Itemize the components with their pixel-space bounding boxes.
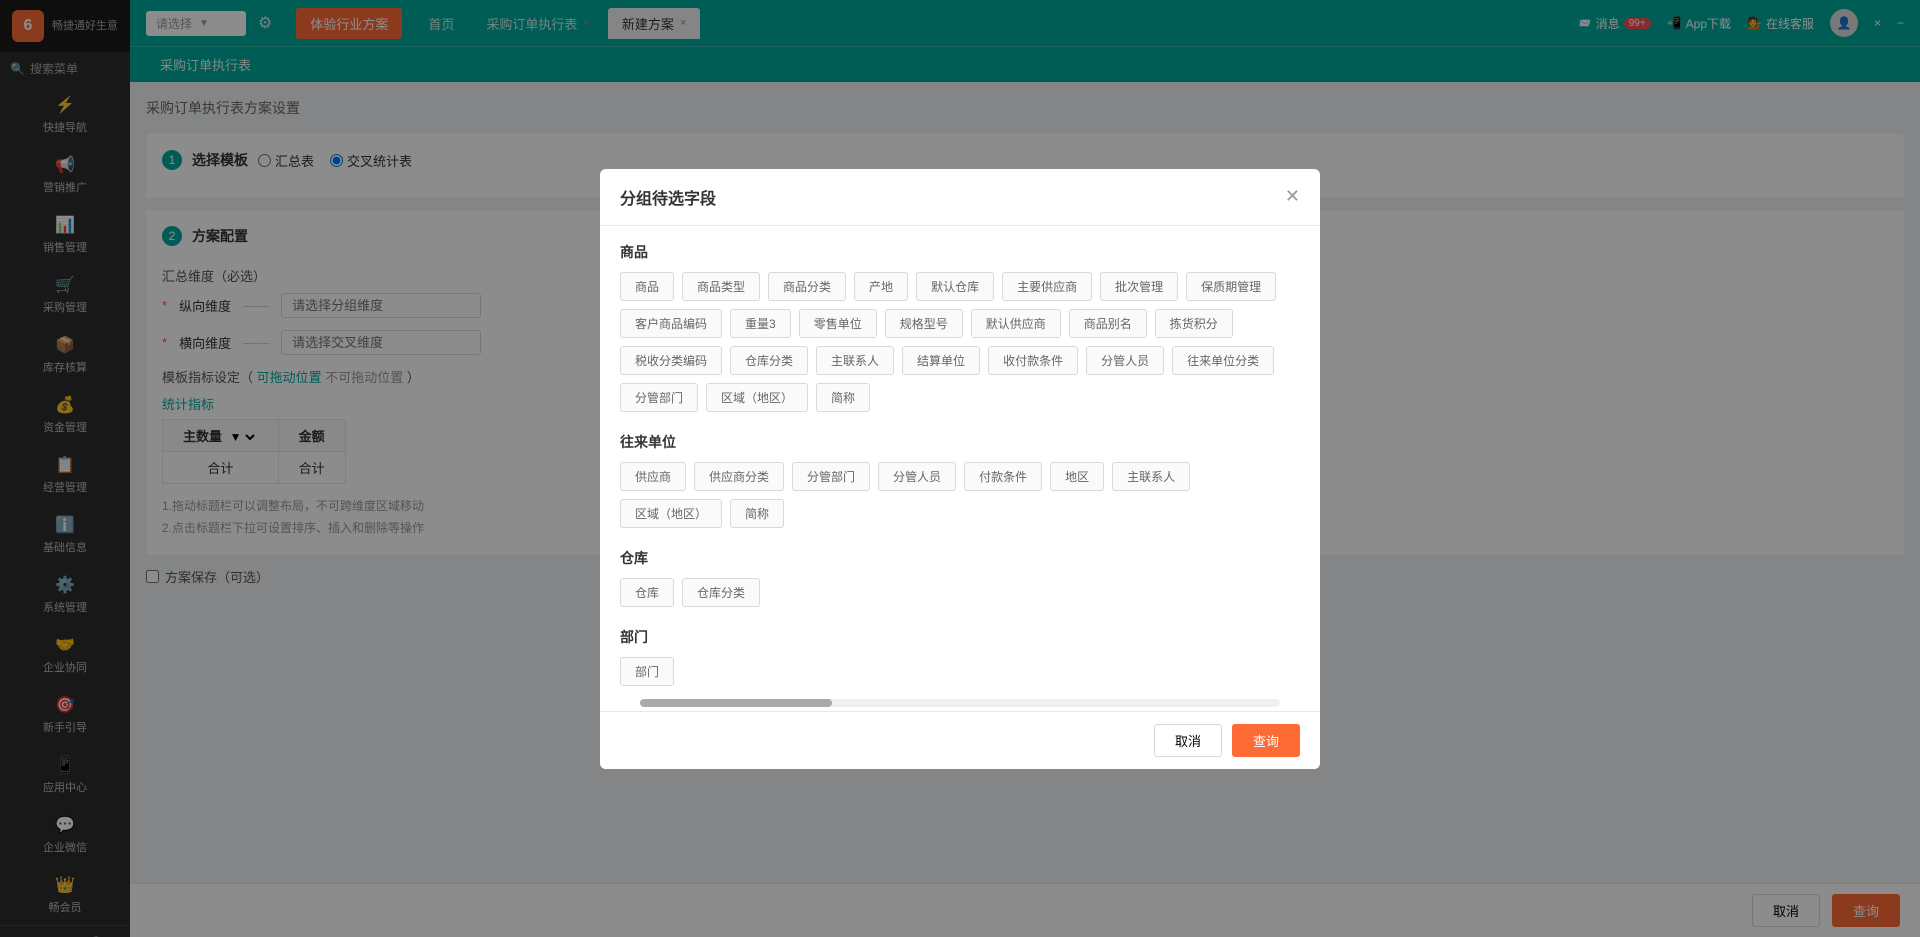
field-tag-spec-model[interactable]: 规格型号: [885, 309, 963, 338]
field-tag-warehouse-cat[interactable]: 仓库分类: [682, 578, 760, 607]
modal-hscroll-area: [600, 695, 1320, 711]
field-tag-weight3[interactable]: 重量3: [730, 309, 791, 338]
modal-body: 商品 商品 商品类型 商品分类 产地 默认仓库 主要供应商 批次管理 保质期管理…: [600, 226, 1320, 695]
field-tag-origin[interactable]: 产地: [854, 272, 908, 301]
modal-overlay: 分组待选字段 ✕ 商品 商品 商品类型 商品分类 产地 默认仓库 主要供应商 批…: [0, 0, 1920, 937]
section-warehouse: 仓库 仓库 仓库分类: [620, 548, 1300, 607]
field-tag-goods-type[interactable]: 商品类型: [682, 272, 760, 301]
field-tag-goods-alias[interactable]: 商品别名: [1069, 309, 1147, 338]
section-goods-title: 商品: [620, 242, 1300, 262]
department-tags: 部门: [620, 657, 1300, 686]
section-department: 部门 部门: [620, 627, 1300, 686]
field-tag-main-supplier[interactable]: 主要供应商: [1002, 272, 1092, 301]
section-counterpart: 往来单位 供应商 供应商分类 分管部门 分管人员 付款条件 地区 主联系人 区域…: [620, 432, 1300, 528]
field-tag-warehouse-category[interactable]: 仓库分类: [730, 346, 808, 375]
field-tag-supplier-cat[interactable]: 供应商分类: [694, 462, 784, 491]
field-tag-mgmt-person[interactable]: 分管人员: [878, 462, 956, 491]
field-tag-default-supplier[interactable]: 默认供应商: [971, 309, 1061, 338]
modal-title: 分组待选字段: [620, 185, 716, 209]
field-tag-goods-category[interactable]: 商品分类: [768, 272, 846, 301]
field-tag-payment-terms[interactable]: 收付款条件: [988, 346, 1078, 375]
warehouse-tags: 仓库 仓库分类: [620, 578, 1300, 607]
field-tag-region[interactable]: 区域（地区）: [706, 383, 808, 412]
field-tag-warehouse[interactable]: 仓库: [620, 578, 674, 607]
field-tag-batch-mgmt[interactable]: 批次管理: [1100, 272, 1178, 301]
field-tag-goods[interactable]: 商品: [620, 272, 674, 301]
modal-confirm-button[interactable]: 查询: [1232, 724, 1300, 757]
section-counterpart-title: 往来单位: [620, 432, 1300, 452]
field-tag-settlement-unit[interactable]: 结算单位: [902, 346, 980, 375]
field-tag-default-warehouse[interactable]: 默认仓库: [916, 272, 994, 301]
field-tag-unit-category[interactable]: 往来单位分类: [1172, 346, 1274, 375]
field-tag-tax-code[interactable]: 税收分类编码: [620, 346, 722, 375]
field-selection-modal: 分组待选字段 ✕ 商品 商品 商品类型 商品分类 产地 默认仓库 主要供应商 批…: [600, 169, 1320, 769]
field-tag-customer-code[interactable]: 客户商品编码: [620, 309, 722, 338]
modal-footer: 取消 查询: [600, 711, 1320, 769]
field-tag-region2[interactable]: 区域（地区）: [620, 499, 722, 528]
hscroll-thumb[interactable]: [640, 699, 832, 707]
field-tag-retail-unit[interactable]: 零售单位: [799, 309, 877, 338]
field-tag-department[interactable]: 部门: [620, 657, 674, 686]
modal-header: 分组待选字段 ✕: [600, 169, 1320, 226]
field-tag-supplier[interactable]: 供应商: [620, 462, 686, 491]
field-tag-mgmt-dept[interactable]: 分管部门: [792, 462, 870, 491]
goods-tags: 商品 商品类型 商品分类 产地 默认仓库 主要供应商 批次管理 保质期管理 客户…: [620, 272, 1300, 412]
field-tag-main-contact2[interactable]: 主联系人: [1112, 462, 1190, 491]
section-department-title: 部门: [620, 627, 1300, 647]
field-tag-area[interactable]: 地区: [1050, 462, 1104, 491]
modal-close-button[interactable]: ✕: [1285, 186, 1300, 207]
field-tag-supervisor[interactable]: 分管人员: [1086, 346, 1164, 375]
field-tag-main-contact[interactable]: 主联系人: [816, 346, 894, 375]
field-tag-pick-score[interactable]: 拣货积分: [1155, 309, 1233, 338]
section-goods: 商品 商品 商品类型 商品分类 产地 默认仓库 主要供应商 批次管理 保质期管理…: [620, 242, 1300, 412]
modal-hscroll[interactable]: [640, 699, 1280, 707]
counterpart-tags: 供应商 供应商分类 分管部门 分管人员 付款条件 地区 主联系人 区域（地区） …: [620, 462, 1300, 528]
field-tag-short-name2[interactable]: 简称: [730, 499, 784, 528]
field-tag-dept[interactable]: 分管部门: [620, 383, 698, 412]
modal-cancel-button[interactable]: 取消: [1154, 724, 1222, 757]
field-tag-expiry-mgmt[interactable]: 保质期管理: [1186, 272, 1276, 301]
field-tag-short-name[interactable]: 简称: [816, 383, 870, 412]
section-warehouse-title: 仓库: [620, 548, 1300, 568]
field-tag-pay-terms[interactable]: 付款条件: [964, 462, 1042, 491]
